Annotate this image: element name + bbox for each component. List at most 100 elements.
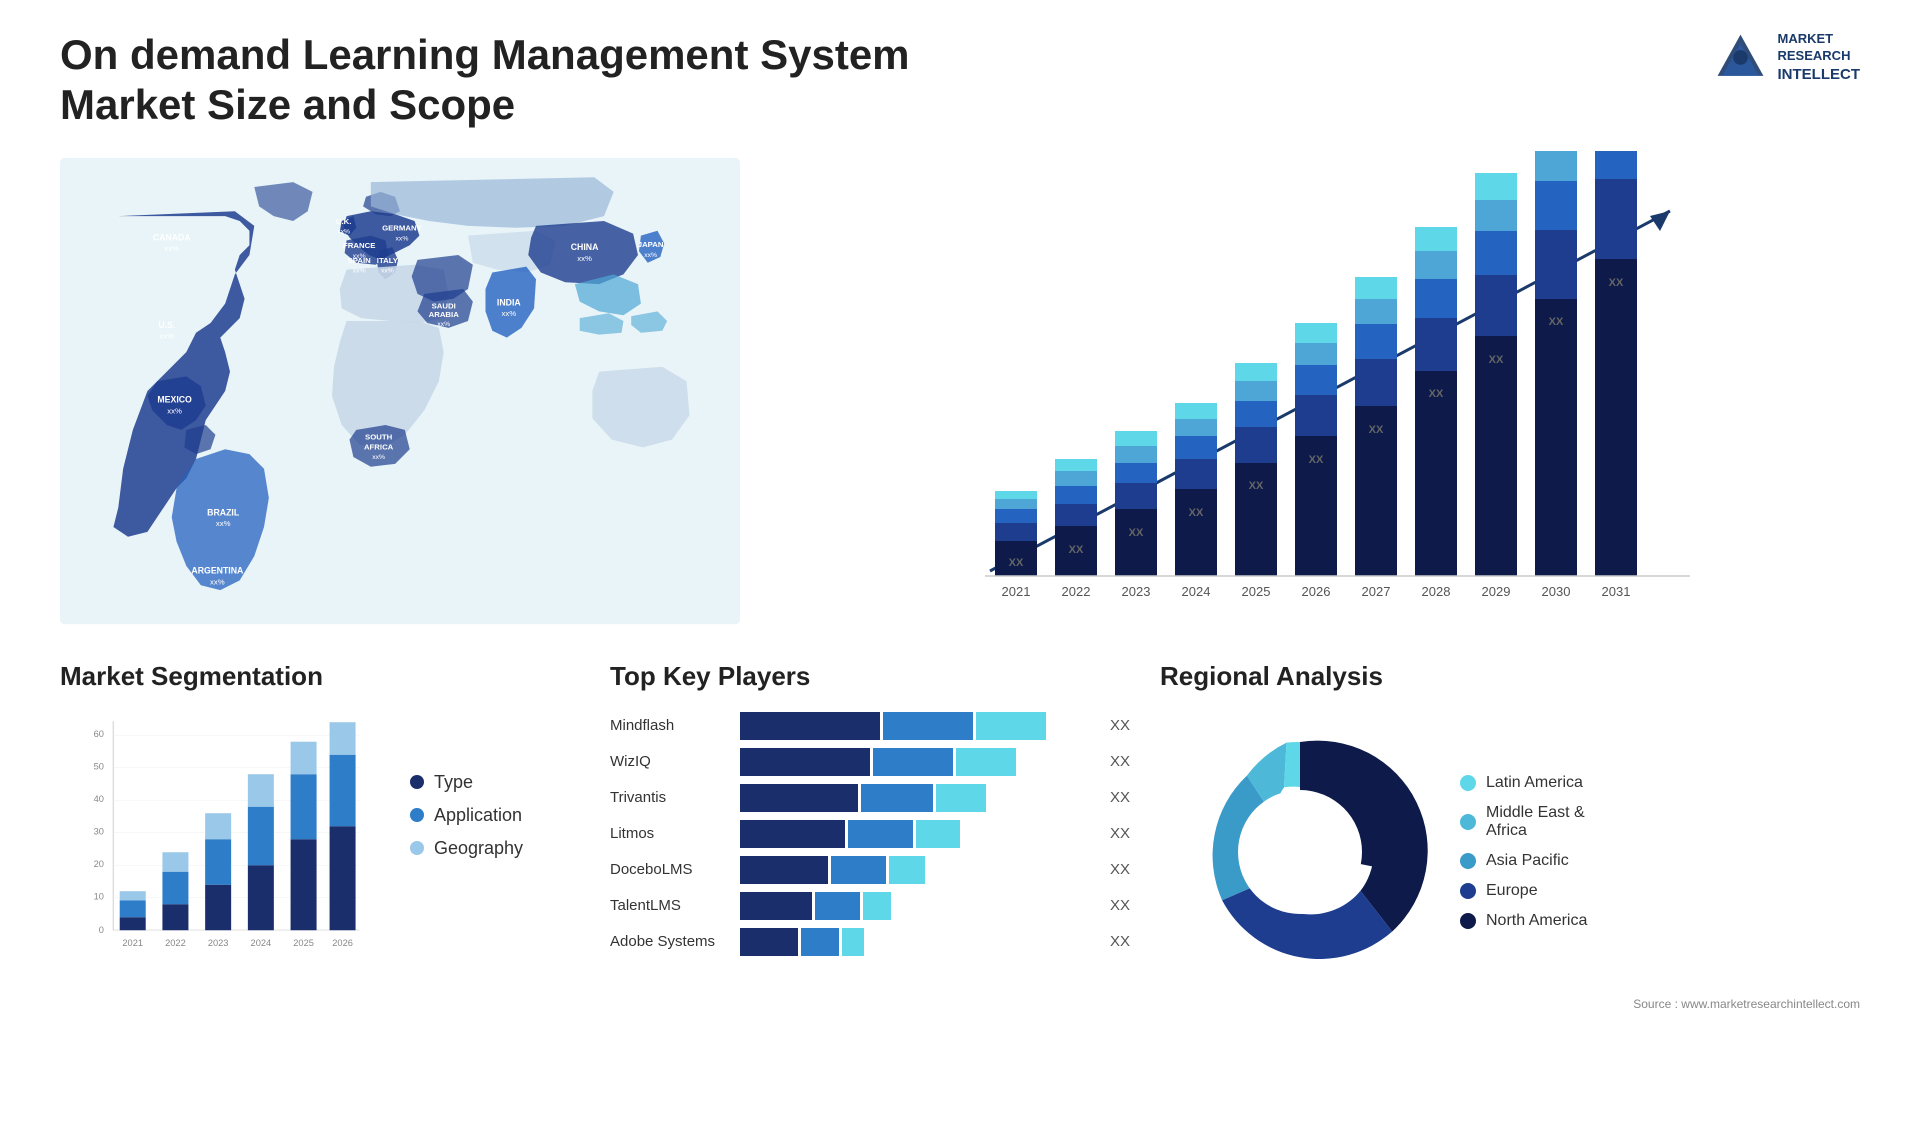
legend-geography: Geography	[410, 838, 523, 859]
middle-east-dot	[1460, 814, 1476, 830]
bar-seg	[740, 748, 870, 776]
application-dot	[410, 808, 424, 822]
svg-text:XX: XX	[1489, 354, 1504, 366]
seg-chart-container: 0 10 20 30 40 50	[60, 712, 580, 972]
svg-text:2025: 2025	[1242, 584, 1271, 599]
bar-seg	[883, 712, 973, 740]
svg-text:2026: 2026	[332, 938, 353, 948]
player-name: Adobe Systems	[610, 933, 730, 950]
asia-pacific-label: Asia Pacific	[1486, 852, 1569, 870]
svg-text:ITALY: ITALY	[377, 256, 399, 265]
player-name: Trivantis	[610, 789, 730, 806]
bar-seg	[976, 712, 1046, 740]
latin-america-dot	[1460, 775, 1476, 791]
svg-text:xx%: xx%	[577, 254, 592, 263]
regional-content: Latin America Middle East &Africa Asia P…	[1160, 712, 1860, 992]
svg-text:xx%: xx%	[381, 267, 394, 274]
svg-text:2028: 2028	[1422, 584, 1451, 599]
players-list: Mindflash XX WizIQ XX	[610, 712, 1130, 956]
bar-seg	[863, 892, 891, 920]
middle-east-label: Middle East &Africa	[1486, 804, 1585, 840]
page-title: On demand Learning Management System Mar…	[60, 30, 960, 131]
player-value: XX	[1110, 825, 1130, 842]
bar-seg	[916, 820, 960, 848]
svg-text:U.K.: U.K.	[336, 217, 352, 226]
segmentation-section: Market Segmentation 0 10 20	[60, 661, 580, 1116]
svg-text:0: 0	[99, 925, 104, 935]
asia-pacific-dot	[1460, 853, 1476, 869]
bottom-section: Market Segmentation 0 10 20	[60, 661, 1860, 1116]
logo-text: MARKET RESEARCH INTELLECT	[1778, 31, 1861, 84]
player-row: Adobe Systems XX	[610, 928, 1130, 956]
player-value: XX	[1110, 789, 1130, 806]
player-bars	[740, 820, 1092, 848]
player-row: TalentLMS XX	[610, 892, 1130, 920]
world-map-container: CANADA xx% U.S. xx% MEXICO xx% BRAZIL xx…	[60, 151, 740, 631]
svg-text:XX: XX	[1609, 277, 1624, 289]
player-name: TalentLMS	[610, 897, 730, 914]
svg-text:CHINA: CHINA	[571, 242, 599, 252]
svg-text:2029: 2029	[1482, 584, 1511, 599]
application-label: Application	[434, 805, 522, 826]
bar-chart-container: XX XX XX XX	[780, 151, 1860, 631]
bar-seg	[848, 820, 913, 848]
legend-latin-america: Latin America	[1460, 774, 1587, 792]
donut-chart-svg	[1160, 712, 1440, 992]
player-bars	[740, 784, 1092, 812]
player-name: Mindflash	[610, 717, 730, 734]
geography-label: Geography	[434, 838, 523, 859]
svg-text:U.S.: U.S.	[158, 320, 175, 330]
player-row: Mindflash XX	[610, 712, 1130, 740]
svg-text:20: 20	[94, 859, 104, 869]
player-bars	[740, 928, 1092, 956]
svg-text:xx%: xx%	[396, 235, 409, 242]
regional-section: Regional Analysis	[1160, 661, 1860, 1116]
svg-text:SAUDI: SAUDI	[432, 301, 456, 310]
bar-seg	[740, 892, 812, 920]
player-value: XX	[1110, 897, 1130, 914]
svg-text:2026: 2026	[1302, 584, 1331, 599]
bar-seg	[861, 784, 933, 812]
svg-text:XX: XX	[1429, 388, 1444, 400]
svg-text:xx%: xx%	[372, 454, 385, 461]
svg-text:40: 40	[94, 794, 104, 804]
source-text: Source : www.marketresearchintellect.com	[1160, 997, 1860, 1011]
bar-seg	[815, 892, 860, 920]
svg-text:2023: 2023	[1122, 584, 1151, 599]
bar-seg	[842, 928, 864, 956]
geography-dot	[410, 841, 424, 855]
bar-seg	[956, 748, 1016, 776]
type-dot	[410, 775, 424, 789]
svg-text:ARGENTINA: ARGENTINA	[191, 565, 244, 575]
svg-text:XX: XX	[1249, 480, 1264, 492]
legend-europe: Europe	[1460, 882, 1587, 900]
svg-text:AFRICA: AFRICA	[364, 442, 394, 451]
svg-text:XX: XX	[1549, 316, 1564, 328]
svg-text:xx%: xx%	[210, 577, 225, 586]
legend-asia-pacific: Asia Pacific	[1460, 852, 1587, 870]
svg-text:xx%: xx%	[437, 321, 450, 328]
svg-text:2021: 2021	[122, 938, 143, 948]
player-bars	[740, 712, 1092, 740]
latin-america-label: Latin America	[1486, 774, 1583, 792]
svg-text:SOUTH: SOUTH	[365, 432, 393, 441]
player-value: XX	[1110, 717, 1130, 734]
svg-text:CANADA: CANADA	[153, 232, 192, 242]
svg-text:ARABIA: ARABIA	[429, 310, 460, 319]
player-name: Litmos	[610, 825, 730, 842]
svg-text:2024: 2024	[1182, 584, 1211, 599]
svg-text:2025: 2025	[293, 938, 314, 948]
svg-text:xx%: xx%	[337, 228, 350, 235]
bar-chart-svg: XX XX XX XX	[780, 151, 1860, 631]
svg-text:xx%: xx%	[644, 252, 657, 259]
bar-seg	[889, 856, 925, 884]
player-row: DoceboLMS XX	[610, 856, 1130, 884]
svg-text:2027: 2027	[1362, 584, 1391, 599]
svg-text:SPAIN: SPAIN	[348, 256, 372, 265]
svg-text:xx%: xx%	[160, 331, 175, 340]
svg-text:XX: XX	[1369, 424, 1384, 436]
player-row: Litmos XX	[610, 820, 1130, 848]
svg-text:FRANCE: FRANCE	[343, 241, 375, 250]
legend-type: Type	[410, 772, 523, 793]
svg-text:XX: XX	[1069, 544, 1084, 556]
